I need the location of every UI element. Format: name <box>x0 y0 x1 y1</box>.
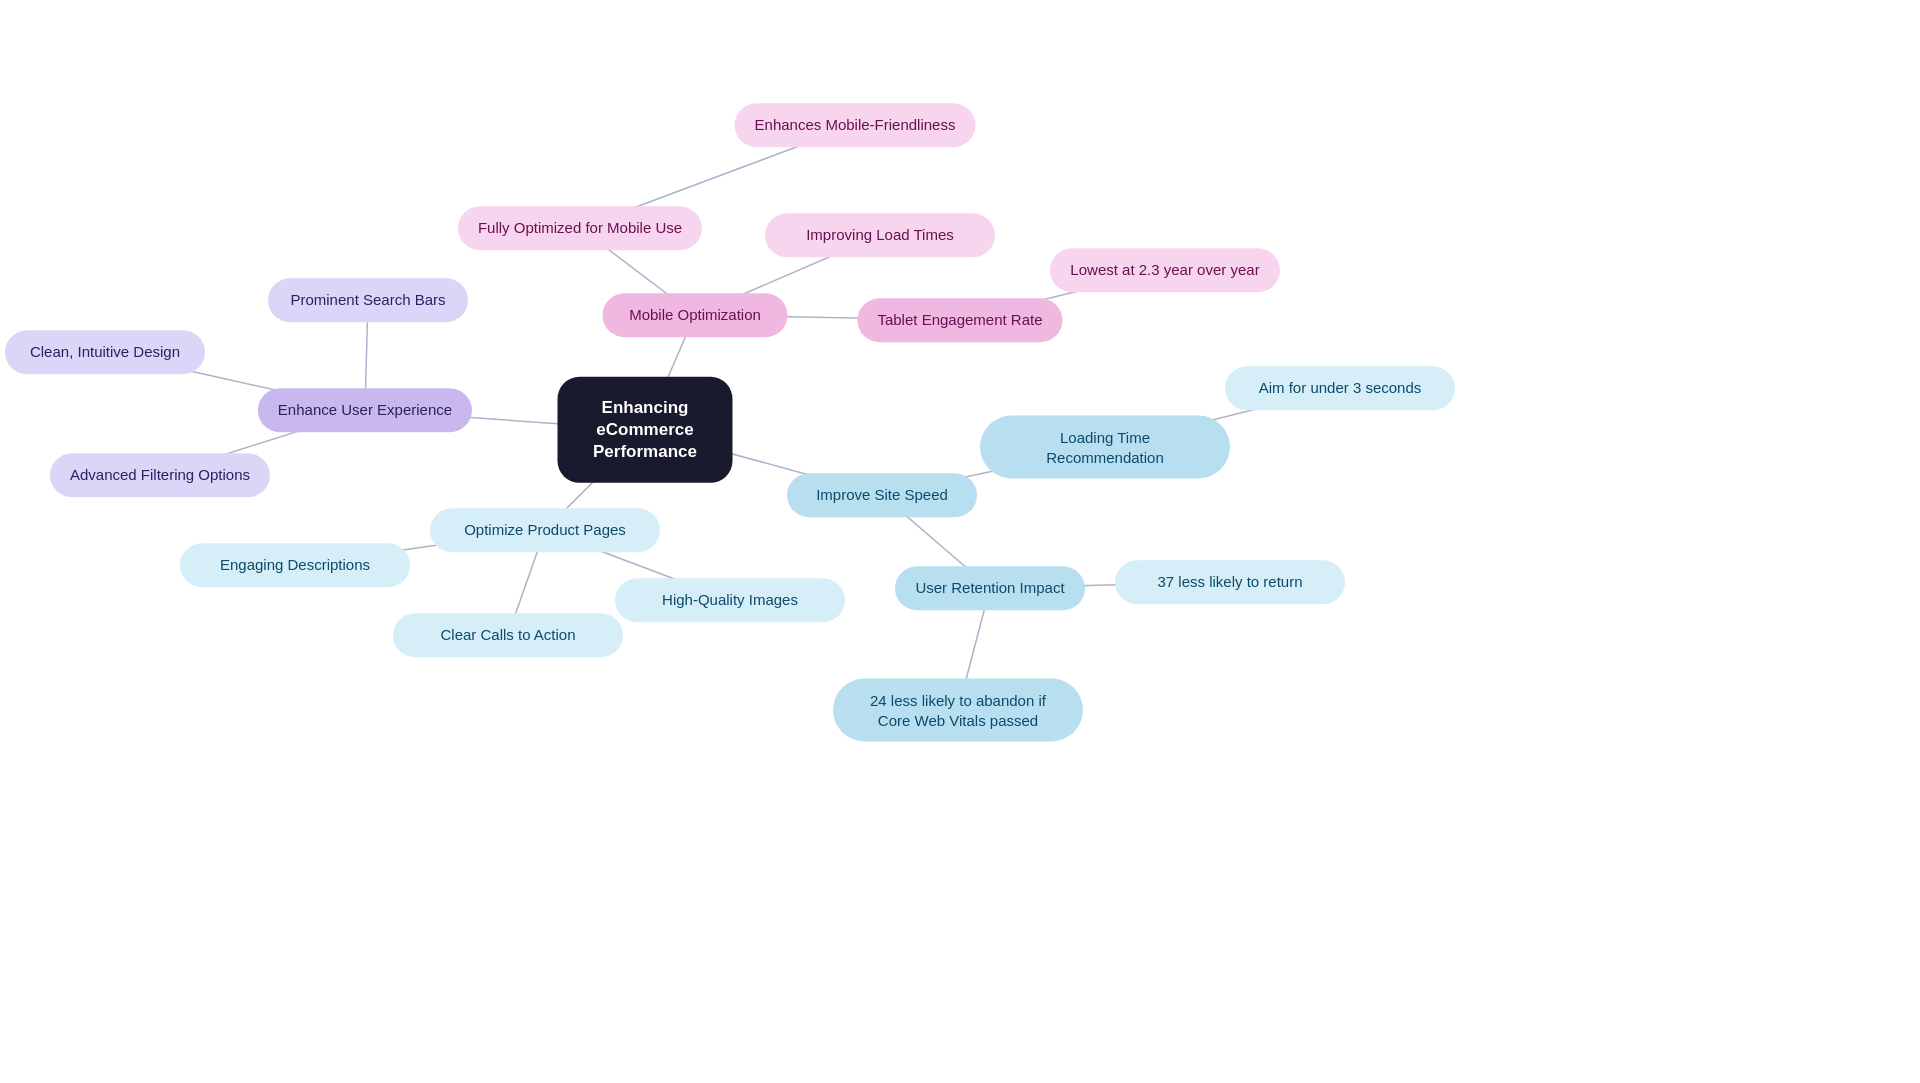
node-adv_filter: Advanced Filtering Options <box>50 453 270 497</box>
node-lowest_2_3: Lowest at 2.3 year over year <box>1050 248 1280 292</box>
node-center: Enhancing eCommerce Performance <box>558 377 733 483</box>
node-aim_3sec: Aim for under 3 seconds <box>1225 366 1455 410</box>
mindmap-container: Enhancing eCommerce Performance Enhance U… <box>0 0 1920 1083</box>
node-less_abandon: 24 less likely to abandon if Core Web Vi… <box>833 679 1083 742</box>
node-clear_cta: Clear Calls to Action <box>393 613 623 657</box>
node-search_bars: Prominent Search Bars <box>268 278 468 322</box>
node-user_retention: User Retention Impact <box>895 566 1085 610</box>
node-mobile_friendly: Enhances Mobile-Friendliness <box>735 103 976 147</box>
node-engaging_desc: Engaging Descriptions <box>180 543 410 587</box>
node-less_return: 37 less likely to return <box>1115 560 1345 604</box>
node-clean_design: Clean, Intuitive Design <box>5 330 205 374</box>
node-loading_time_rec: Loading Time Recommendation <box>980 416 1230 479</box>
node-mobile_opt: Mobile Optimization <box>603 293 788 337</box>
connection-lines <box>0 0 1920 1083</box>
node-tablet_engage: Tablet Engagement Rate <box>857 298 1062 342</box>
node-high_quality: High-Quality Images <box>615 578 845 622</box>
node-fully_mobile: Fully Optimized for Mobile Use <box>458 206 702 250</box>
node-enhance_ux: Enhance User Experience <box>258 388 472 432</box>
node-improve_speed: Improve Site Speed <box>787 473 977 517</box>
node-improving_load: Improving Load Times <box>765 213 995 257</box>
node-optimize_product: Optimize Product Pages <box>430 508 660 552</box>
